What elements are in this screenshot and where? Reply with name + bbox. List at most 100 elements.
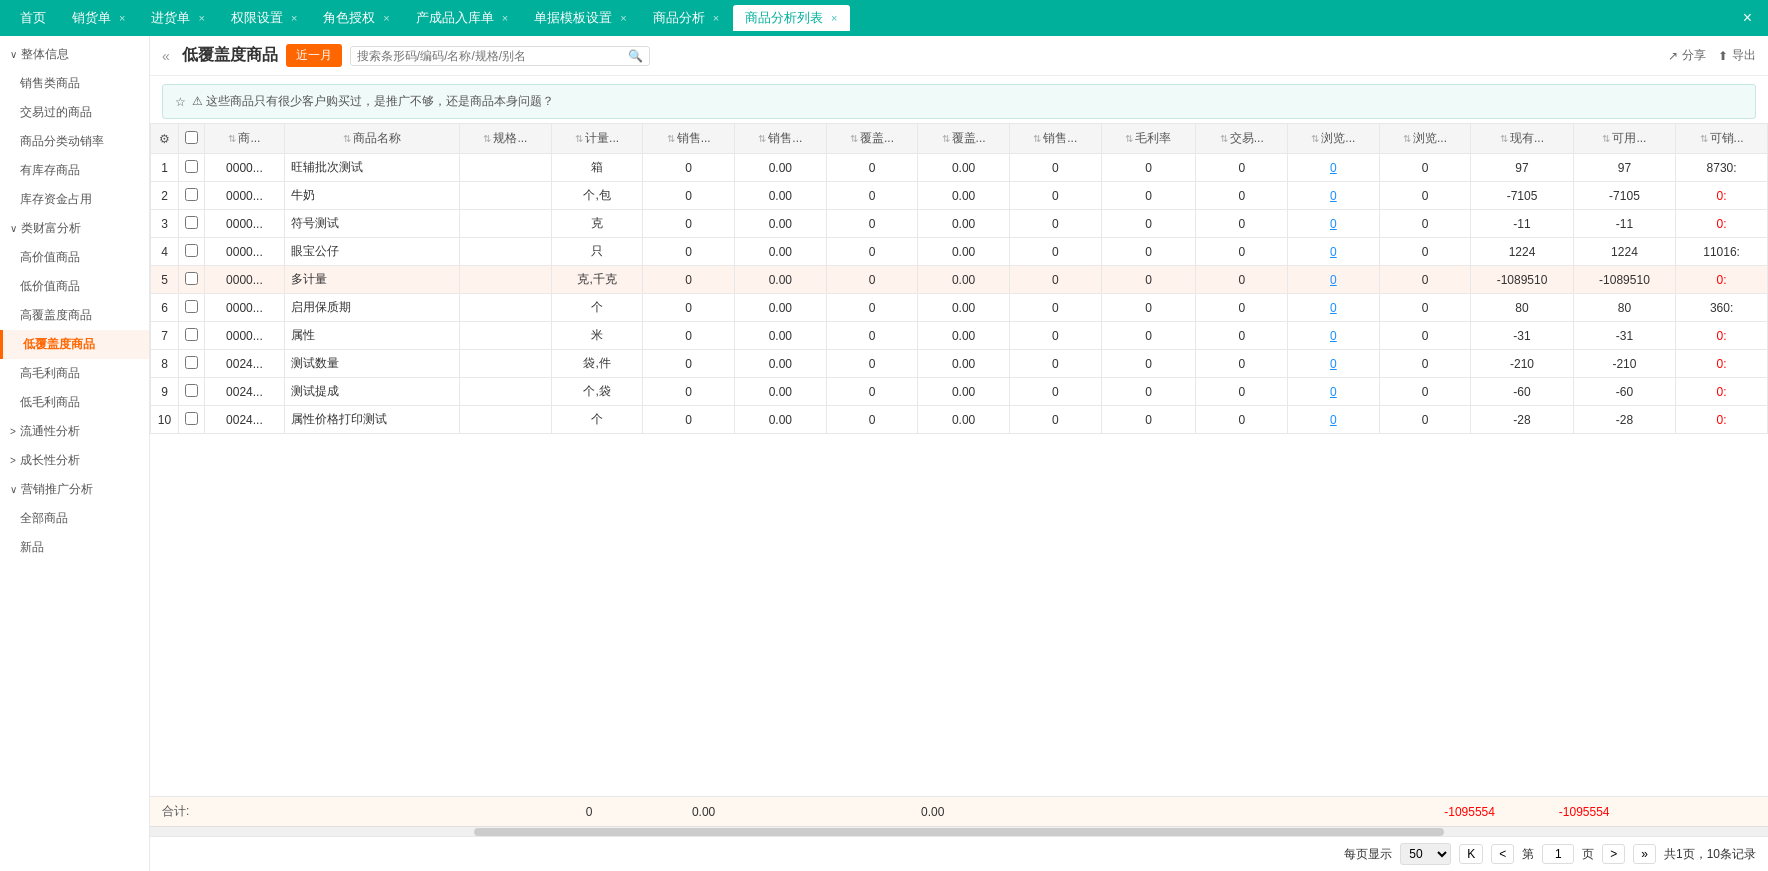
cell-browse1[interactable]: 0 (1288, 210, 1380, 238)
col-header-unit[interactable]: ⇅ 计量... (551, 124, 643, 154)
sidebar-group-0[interactable]: ∨整体信息 (0, 40, 149, 69)
col-header-trade[interactable]: ⇅ 交易... (1196, 124, 1288, 154)
sidebar-item-1-4[interactable]: 高毛利商品 (0, 359, 149, 388)
col-header-cover2[interactable]: ⇅ 覆盖... (918, 124, 1010, 154)
row-checkbox[interactable] (185, 300, 198, 313)
sidebar-item-0-4[interactable]: 库存资金占用 (0, 185, 149, 214)
col-header-code[interactable]: ⇅ 商... (205, 124, 285, 154)
sidebar-group-4[interactable]: ∨营销推广分析 (0, 475, 149, 504)
cell-browse1[interactable]: 0 (1288, 406, 1380, 434)
cell-saleable: 0: (1676, 210, 1768, 238)
row-checkbox[interactable] (185, 216, 198, 229)
cell-name: 眼宝公仔 (284, 238, 459, 266)
nav-item-产成品入库单[interactable]: 产成品入库单 × (404, 5, 520, 31)
cell-spec (460, 350, 552, 378)
cell-checkbox (179, 406, 205, 434)
window-close-icon[interactable]: × (1735, 9, 1760, 27)
cell-browse1[interactable]: 0 (1288, 182, 1380, 210)
select-all-checkbox[interactable] (185, 131, 198, 144)
sidebar-item-1-2[interactable]: 高覆盖度商品 (0, 301, 149, 330)
row-checkbox[interactable] (185, 384, 198, 397)
col-header-sales_amt[interactable]: ⇅ 销售... (735, 124, 827, 154)
last-page-button[interactable]: » (1633, 844, 1656, 864)
horizontal-scrollbar[interactable] (150, 826, 1768, 836)
sidebar-item-4-0[interactable]: 全部商品 (0, 504, 149, 533)
sidebar-group-2[interactable]: >流通性分析 (0, 417, 149, 446)
col-header-saleable[interactable]: ⇅ 可销... (1676, 124, 1768, 154)
cell-current: -11 (1471, 210, 1573, 238)
col-header-browse1[interactable]: ⇅ 浏览... (1288, 124, 1380, 154)
row-checkbox[interactable] (185, 328, 198, 341)
cell-browse2: 0 (1379, 266, 1471, 294)
page-size-select[interactable]: 50 20 100 (1400, 843, 1451, 865)
sidebar-item-0-3[interactable]: 有库存商品 (0, 156, 149, 185)
nav-close-icon[interactable]: × (119, 12, 125, 24)
cell-browse1[interactable]: 0 (1288, 378, 1380, 406)
cell-browse2: 0 (1379, 294, 1471, 322)
nav-close-icon[interactable]: × (198, 12, 204, 24)
col-header-sales2[interactable]: ⇅ 销售... (1009, 124, 1101, 154)
nav-item-权限设置[interactable]: 权限设置 × (219, 5, 309, 31)
col-header-gross_rate[interactable]: ⇅ 毛利率 (1101, 124, 1196, 154)
search-input[interactable] (357, 49, 624, 63)
sidebar-item-4-1[interactable]: 新品 (0, 533, 149, 562)
cell-browse1[interactable]: 0 (1288, 322, 1380, 350)
nav-item-进货单[interactable]: 进货单 × (139, 5, 216, 31)
nav-item-销货单[interactable]: 销货单 × (60, 5, 137, 31)
nav-close-icon[interactable]: × (502, 12, 508, 24)
sidebar-item-0-2[interactable]: 商品分类动销率 (0, 127, 149, 156)
sidebar-item-1-5[interactable]: 低毛利商品 (0, 388, 149, 417)
col-setting-icon[interactable]: ⚙ (159, 132, 170, 146)
date-filter-button[interactable]: 近一月 (286, 44, 342, 67)
cell-browse1[interactable]: 0 (1288, 350, 1380, 378)
cell-browse1[interactable]: 0 (1288, 238, 1380, 266)
data-table-container[interactable]: ⚙⇅ 商...⇅ 商品名称⇅ 规格...⇅ 计量...⇅ 销售...⇅ 销售..… (150, 123, 1768, 796)
nav-close-icon[interactable]: × (383, 12, 389, 24)
row-checkbox[interactable] (185, 356, 198, 369)
col-header-name[interactable]: ⇅ 商品名称 (284, 124, 459, 154)
first-page-button[interactable]: K (1459, 844, 1483, 864)
nav-close-icon[interactable]: × (620, 12, 626, 24)
cell-browse1[interactable]: 0 (1288, 266, 1380, 294)
share-button[interactable]: ↗ 分享 (1668, 47, 1706, 64)
nav-close-icon[interactable]: × (713, 12, 719, 24)
col-sort-arrows-cover2: ⇅ (942, 133, 950, 144)
cell-no: 9 (151, 378, 179, 406)
sidebar-group-1[interactable]: ∨类财富分析 (0, 214, 149, 243)
nav-item-单据模板设置[interactable]: 单据模板设置 × (522, 5, 638, 31)
sidebar-item-1-1[interactable]: 低价值商品 (0, 272, 149, 301)
nav-item-首页[interactable]: 首页 (8, 5, 58, 31)
nav-close-icon[interactable]: × (291, 12, 297, 24)
cell-trade: 0 (1196, 322, 1288, 350)
sidebar-item-0-1[interactable]: 交易过的商品 (0, 98, 149, 127)
nav-item-商品分析列表[interactable]: 商品分析列表 × (733, 5, 849, 31)
row-checkbox[interactable] (185, 160, 198, 173)
row-checkbox[interactable] (185, 244, 198, 257)
col-header-spec[interactable]: ⇅ 规格... (460, 124, 552, 154)
row-checkbox[interactable] (185, 188, 198, 201)
sidebar-item-1-0[interactable]: 高价值商品 (0, 243, 149, 272)
nav-item-商品分析[interactable]: 商品分析 × (641, 5, 731, 31)
col-header-cover1[interactable]: ⇅ 覆盖... (826, 124, 918, 154)
sidebar-item-0-0[interactable]: 销售类商品 (0, 69, 149, 98)
cell-browse1[interactable]: 0 (1288, 154, 1380, 182)
col-header-browse2[interactable]: ⇅ 浏览... (1379, 124, 1471, 154)
prev-page-button[interactable]: < (1491, 844, 1514, 864)
col-header-available[interactable]: ⇅ 可用... (1573, 124, 1675, 154)
cell-browse1[interactable]: 0 (1288, 294, 1380, 322)
page-number-input[interactable] (1542, 844, 1574, 864)
col-header-sales_qty[interactable]: ⇅ 销售... (643, 124, 735, 154)
col-header-current[interactable]: ⇅ 现有... (1471, 124, 1573, 154)
cell-sales2: 0 (1009, 406, 1101, 434)
next-page-button[interactable]: > (1602, 844, 1625, 864)
row-checkbox[interactable] (185, 272, 198, 285)
cell-browse2: 0 (1379, 154, 1471, 182)
nav-close-icon[interactable]: × (831, 12, 837, 24)
sidebar-group-3[interactable]: >成长性分析 (0, 446, 149, 475)
row-checkbox[interactable] (185, 412, 198, 425)
col-sort-arrows-sales2: ⇅ (1033, 133, 1041, 144)
sidebar-item-1-3[interactable]: 低覆盖度商品 (0, 330, 149, 359)
nav-item-角色授权[interactable]: 角色授权 × (311, 5, 401, 31)
export-button[interactable]: ⬆ 导出 (1718, 47, 1756, 64)
collapse-sidebar-button[interactable]: « (162, 48, 170, 64)
